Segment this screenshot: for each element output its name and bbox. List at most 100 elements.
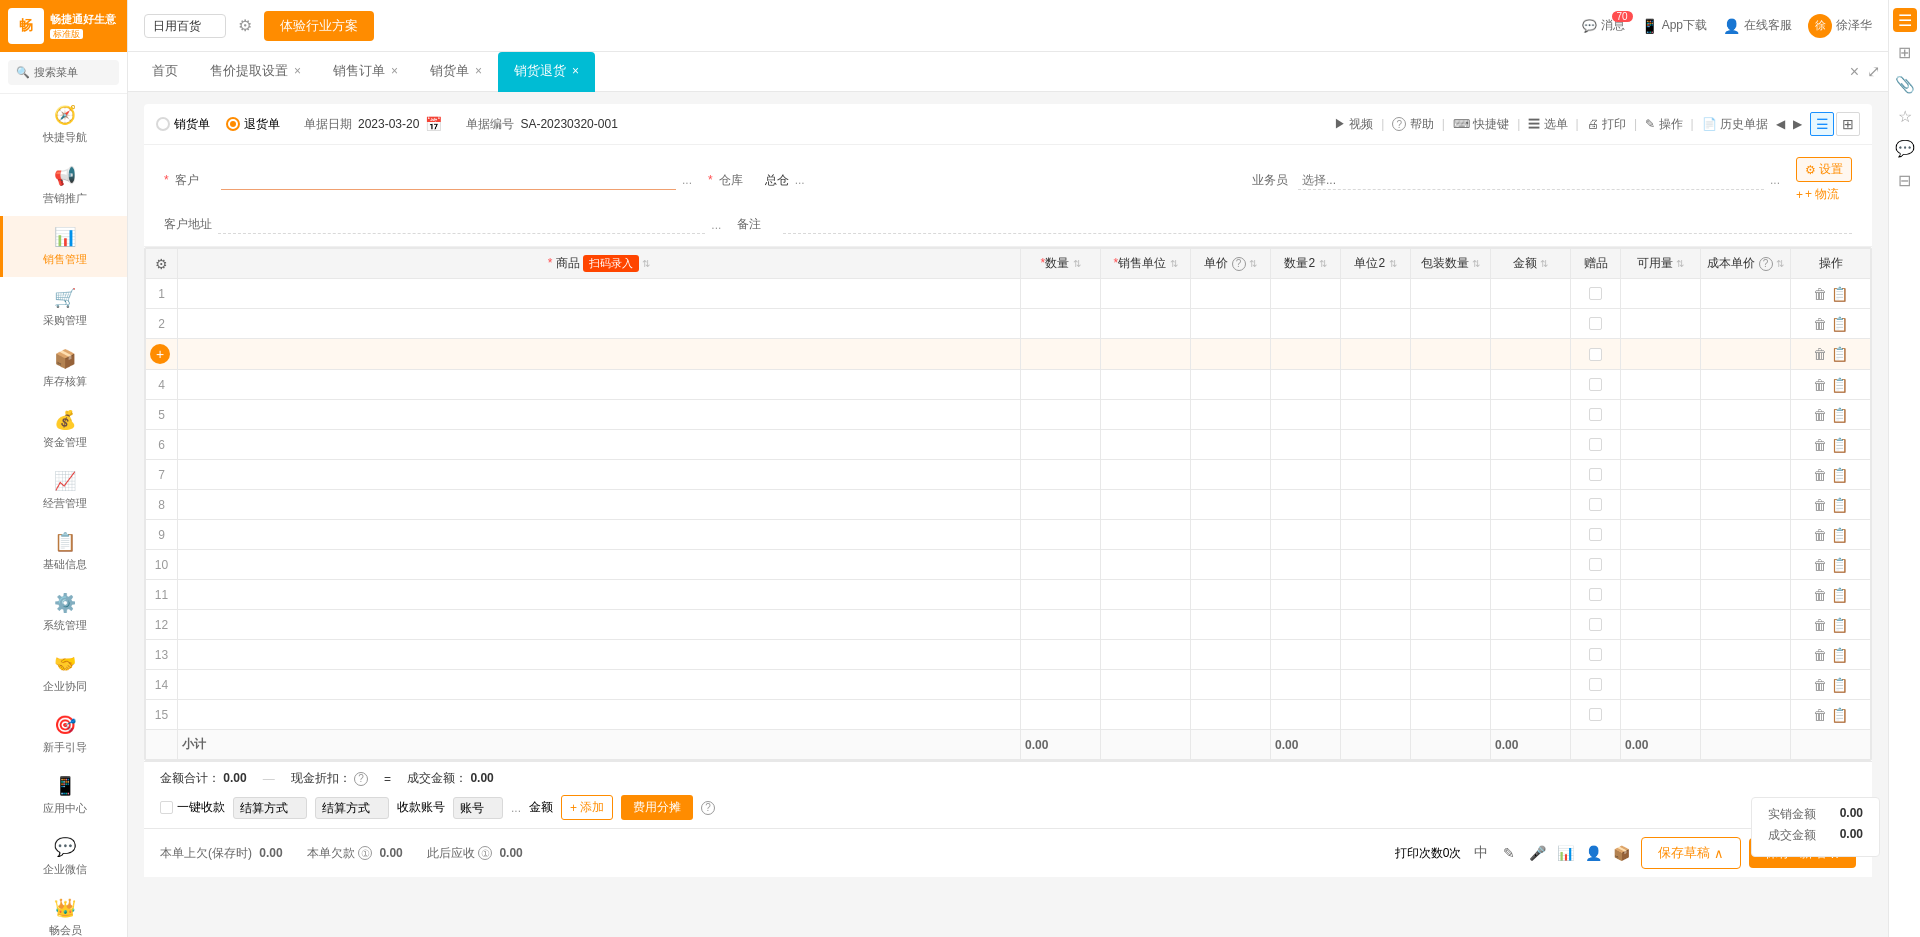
tool-icon-6[interactable]: 📦: [1609, 841, 1633, 865]
sidebar-item-quick-nav[interactable]: 🧭 快捷导航: [0, 94, 127, 155]
video-action[interactable]: ▶ 视频: [1334, 116, 1373, 133]
delete-row-btn[interactable]: 🗑: [1813, 407, 1827, 423]
remarks-input[interactable]: [783, 215, 1852, 234]
sidebar-item-member[interactable]: 👑 畅会员: [0, 887, 127, 937]
tab-close-all-btn[interactable]: ×: [1850, 62, 1859, 81]
sort-pkg-icon[interactable]: ⇅: [1472, 258, 1480, 269]
add-payment-btn[interactable]: + 添加: [561, 795, 613, 820]
history-nav-prev[interactable]: ◀: [1776, 117, 1785, 131]
delete-row-btn[interactable]: 🗑: [1813, 677, 1827, 693]
save-draft-btn[interactable]: 保存草稿 ∧: [1641, 837, 1741, 869]
tab-sales-return[interactable]: 销货退货 ×: [498, 52, 595, 92]
delete-row-btn[interactable]: 🗑: [1813, 707, 1827, 723]
sort-available-icon[interactable]: ⇅: [1676, 258, 1684, 269]
product-input-active[interactable]: [182, 347, 1016, 361]
copy-row-btn[interactable]: 📋: [1831, 316, 1848, 332]
right-icon-grid[interactable]: ⊞: [1893, 40, 1917, 64]
logistics-btn[interactable]: + + 物流: [1796, 186, 1852, 203]
tool-icon-3[interactable]: 🎤: [1525, 841, 1549, 865]
delete-row-btn[interactable]: 🗑: [1813, 286, 1827, 302]
app-download-btn[interactable]: 📱 App下载: [1641, 17, 1707, 34]
delete-row-btn[interactable]: 🗑: [1813, 316, 1827, 332]
copy-row-btn[interactable]: 📋: [1831, 377, 1848, 393]
right-icon-chat[interactable]: 💬: [1893, 136, 1917, 160]
tab-sales-return-close[interactable]: ×: [572, 64, 579, 78]
copy-row-btn[interactable]: 📋: [1831, 587, 1848, 603]
settle-method-select[interactable]: 结算方式: [233, 797, 307, 819]
delete-row-btn[interactable]: 🗑: [1813, 587, 1827, 603]
split-btn[interactable]: 费用分摊: [621, 795, 693, 820]
delete-row-btn[interactable]: 🗑: [1813, 647, 1827, 663]
sort-qty2-icon[interactable]: ⇅: [1319, 258, 1327, 269]
sidebar-item-wechat-biz[interactable]: 💬 企业微信: [0, 826, 127, 887]
calendar-icon[interactable]: 📅: [425, 116, 442, 132]
select-bill-action[interactable]: ☰ 选单: [1528, 116, 1567, 133]
topbar-gear-icon[interactable]: ⚙: [238, 16, 252, 35]
experience-btn[interactable]: 体验行业方案: [264, 11, 374, 41]
sidebar-item-system[interactable]: ⚙️ 系统管理: [0, 582, 127, 643]
owe-help-icon[interactable]: ①: [358, 846, 372, 860]
copy-row-btn[interactable]: 📋: [1831, 617, 1848, 633]
grid-view-btn[interactable]: ⊞: [1836, 112, 1860, 136]
delete-row-btn[interactable]: 🗑: [1813, 346, 1827, 362]
unit-price-help-icon[interactable]: ?: [1232, 257, 1246, 271]
sort-qty-icon[interactable]: ⇅: [1073, 258, 1081, 269]
settings-btn[interactable]: ⚙ 设置: [1796, 157, 1852, 182]
right-icon-star[interactable]: ☆: [1893, 104, 1917, 128]
sort-unit-icon[interactable]: ⇅: [1170, 258, 1178, 269]
sidebar-item-finance[interactable]: 💰 资金管理: [0, 399, 127, 460]
copy-row-btn[interactable]: 📋: [1831, 677, 1848, 693]
history-action[interactable]: 📄 历史单据: [1702, 116, 1768, 133]
copy-row-btn[interactable]: 📋: [1831, 527, 1848, 543]
tab-price-settings-close[interactable]: ×: [294, 64, 301, 78]
right-icon-list[interactable]: ☰: [1893, 8, 1917, 32]
sort-cost-icon[interactable]: ⇅: [1776, 258, 1784, 269]
delete-row-btn[interactable]: 🗑: [1813, 557, 1827, 573]
search-menu-button[interactable]: 🔍 搜索菜单: [8, 60, 119, 85]
add-row-btn[interactable]: +: [150, 344, 170, 364]
online-service-btn[interactable]: 👤 在线客服: [1723, 17, 1792, 34]
sidebar-item-apps[interactable]: 📱 应用中心: [0, 765, 127, 826]
tab-maximize-btn[interactable]: ⤢: [1867, 62, 1880, 81]
tool-icon-1[interactable]: 中: [1469, 841, 1493, 865]
sidebar-item-operations[interactable]: 📈 经营管理: [0, 460, 127, 521]
shortcut-action[interactable]: ⌨ 快捷键: [1453, 116, 1509, 133]
right-icon-table[interactable]: ⊟: [1893, 168, 1917, 192]
copy-row-btn[interactable]: 📋: [1831, 437, 1848, 453]
operate-action[interactable]: ✎ 操作: [1645, 116, 1682, 133]
delete-row-btn[interactable]: 🗑: [1813, 437, 1827, 453]
copy-row-btn[interactable]: 📋: [1831, 557, 1848, 573]
print-action[interactable]: 🖨 打印: [1587, 116, 1626, 133]
tab-sales-delivery[interactable]: 销货单 ×: [414, 52, 498, 92]
tool-icon-5[interactable]: 👤: [1581, 841, 1605, 865]
industry-select[interactable]: 日用百货: [144, 14, 226, 38]
sidebar-item-inventory[interactable]: 📦 库存核算: [0, 338, 127, 399]
address-input[interactable]: [218, 215, 705, 234]
delete-row-btn[interactable]: 🗑: [1813, 377, 1827, 393]
sort-amount-icon[interactable]: ⇅: [1540, 258, 1548, 269]
salesman-input[interactable]: [1298, 171, 1764, 190]
history-nav-next[interactable]: ▶: [1793, 117, 1802, 131]
sort-product-icon[interactable]: ⇅: [642, 258, 650, 269]
calc-method-select[interactable]: 结算方式: [315, 797, 389, 819]
sidebar-item-guide[interactable]: 🎯 新手引导: [0, 704, 127, 765]
scan-btn[interactable]: 扫码录入: [583, 255, 639, 272]
radio-sales-bill[interactable]: 销货单: [156, 116, 210, 133]
salesman-picker-btn[interactable]: ...: [1770, 173, 1780, 187]
copy-row-btn[interactable]: 📋: [1831, 407, 1848, 423]
tool-icon-4[interactable]: 📊: [1553, 841, 1577, 865]
tab-sales-delivery-close[interactable]: ×: [475, 64, 482, 78]
copy-row-btn[interactable]: 📋: [1831, 467, 1848, 483]
message-btn[interactable]: 💬 消息 70: [1582, 17, 1625, 34]
copy-row-btn[interactable]: 📋: [1831, 497, 1848, 513]
copy-row-btn[interactable]: 📋: [1831, 647, 1848, 663]
copy-row-btn[interactable]: 📋: [1831, 286, 1848, 302]
sidebar-item-purchase[interactable]: 🛒 采购管理: [0, 277, 127, 338]
split-help-icon[interactable]: ?: [701, 801, 715, 815]
receivable-help-icon[interactable]: ①: [478, 846, 492, 860]
copy-row-btn[interactable]: 📋: [1831, 707, 1848, 723]
copy-row-btn[interactable]: 📋: [1831, 346, 1848, 362]
customer-input[interactable]: [221, 171, 676, 190]
delete-row-btn[interactable]: 🗑: [1813, 617, 1827, 633]
sidebar-item-enterprise[interactable]: 🤝 企业协同: [0, 643, 127, 704]
